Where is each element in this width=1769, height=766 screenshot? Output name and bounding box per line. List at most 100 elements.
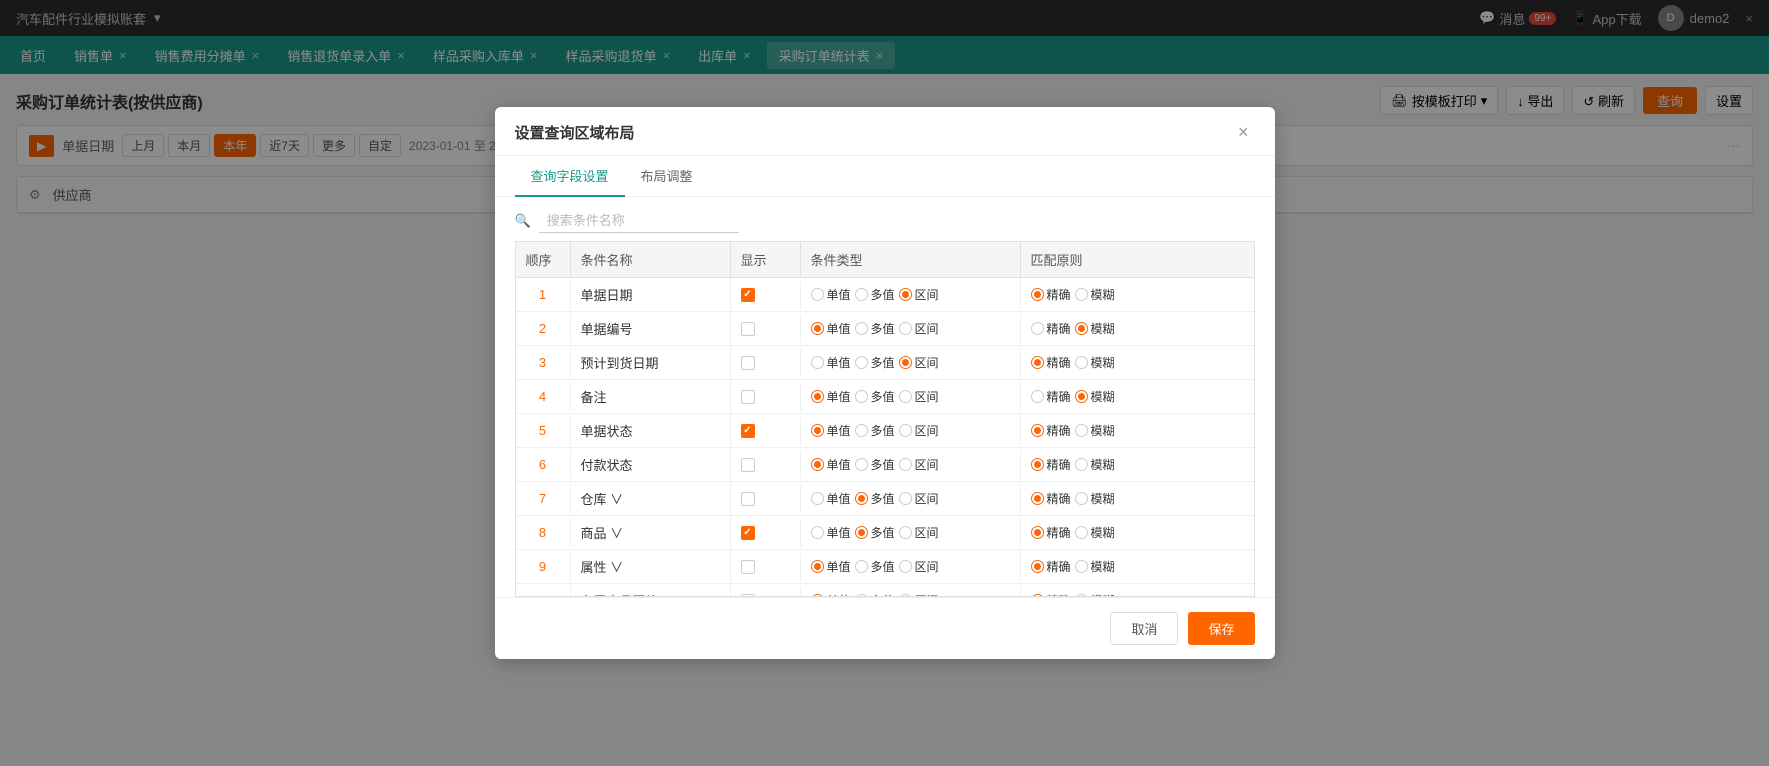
row-5-type-range[interactable]: 区间 (899, 422, 939, 439)
row-5-type-multi[interactable]: 多值 (855, 422, 895, 439)
table-row: 3 预计到货日期 单值 多值 (516, 346, 1254, 380)
dialog-table-body-area: 1 单据日期 单值 多值 (495, 277, 1275, 597)
row-5-display[interactable] (731, 417, 801, 445)
dialog-header: 设置查询区域布局 × (495, 107, 1275, 156)
table-row: 6 付款状态 单值 多值 (516, 448, 1254, 482)
row-8-display-checkbox[interactable] (741, 526, 755, 540)
row-7-display-checkbox[interactable] (741, 492, 755, 506)
row-9-type-multi[interactable]: 多值 (855, 558, 895, 575)
row-7-name: 仓库 ∨ (571, 482, 731, 515)
row-6-type-range[interactable]: 区间 (899, 456, 939, 473)
row-5-match-exact[interactable]: 精确 (1031, 422, 1071, 439)
row-7-type-single[interactable]: 单值 (811, 490, 851, 507)
row-3-display-checkbox[interactable] (741, 356, 755, 370)
table-row: 8 商品 ∨ 单值 多值 (516, 516, 1254, 550)
row-1-match-exact[interactable]: 精确 (1031, 286, 1071, 303)
row-3-type-multi[interactable]: 多值 (855, 354, 895, 371)
row-6-display[interactable] (731, 451, 801, 479)
col-header-match: 匹配原则 (1021, 242, 1221, 277)
row-3-display[interactable] (731, 349, 801, 377)
row-4-type-range[interactable]: 区间 (899, 388, 939, 405)
row-6-match-exact[interactable]: 精确 (1031, 456, 1071, 473)
row-1-display[interactable] (731, 281, 801, 309)
row-7-type: 单值 多值 区间 (801, 483, 1021, 514)
row-5-match-fuzzy[interactable]: 模糊 (1075, 422, 1115, 439)
row-9-display-checkbox[interactable] (741, 560, 755, 574)
row-8-type-multi[interactable]: 多值 (855, 524, 895, 541)
tab-query-fields[interactable]: 查询字段设置 (515, 156, 625, 197)
row-3-match-fuzzy[interactable]: 模糊 (1075, 354, 1115, 371)
row-9-type-range[interactable]: 区间 (899, 558, 939, 575)
row-1-type-group: 单值 多值 区间 (811, 286, 939, 303)
row-7-type-range[interactable]: 区间 (899, 490, 939, 507)
row-7-type-multi[interactable]: 多值 (855, 490, 895, 507)
row-7-display[interactable] (731, 485, 801, 513)
row-4-order: 4 (516, 382, 571, 411)
row-7-match-exact[interactable]: 精确 (1031, 490, 1071, 507)
row-10-display[interactable] (731, 587, 801, 598)
row-6-display-checkbox[interactable] (741, 458, 755, 472)
dialog-table-body: 1 单据日期 单值 多值 (515, 277, 1255, 597)
row-3-type-single[interactable]: 单值 (811, 354, 851, 371)
row-8-type: 单值 多值 区间 (801, 517, 1021, 548)
row-6-type-single[interactable]: 单值 (811, 456, 851, 473)
row-2-type-range[interactable]: 区间 (899, 320, 939, 337)
row-1-type-range[interactable]: 区间 (899, 286, 939, 303)
row-2-match-exact[interactable]: 精确 (1031, 320, 1071, 337)
row-5-order: 5 (516, 416, 571, 445)
row-4-match-exact[interactable]: 精确 (1031, 388, 1071, 405)
row-7-match-fuzzy[interactable]: 模糊 (1075, 490, 1115, 507)
save-button[interactable]: 保存 (1188, 612, 1254, 645)
row-1-display-checkbox[interactable] (741, 288, 755, 302)
row-8-display[interactable] (731, 519, 801, 547)
row-9-display[interactable] (731, 553, 801, 581)
col-header-display: 显示 (731, 242, 801, 277)
row-8-match-exact[interactable]: 精确 (1031, 524, 1071, 541)
row-9-type-single[interactable]: 单值 (811, 558, 851, 575)
row-4-match-fuzzy[interactable]: 模糊 (1075, 388, 1115, 405)
dialog-tabs: 查询字段设置 布局调整 (495, 156, 1275, 197)
search-input[interactable] (539, 209, 739, 233)
row-3-match-exact[interactable]: 精确 (1031, 354, 1071, 371)
row-5-match: 精确 模糊 (1021, 415, 1221, 446)
row-2-match-fuzzy[interactable]: 模糊 (1075, 320, 1115, 337)
row-3-type-range[interactable]: 区间 (899, 354, 939, 371)
table-row: 7 仓库 ∨ 单值 多值 (516, 482, 1254, 516)
row-8-type-range[interactable]: 区间 (899, 524, 939, 541)
row-4-type-multi[interactable]: 多值 (855, 388, 895, 405)
row-4-display-checkbox[interactable] (741, 390, 755, 404)
row-5-display-checkbox[interactable] (741, 424, 755, 438)
row-4-display[interactable] (731, 383, 801, 411)
dialog-search-area: 🔍 (495, 197, 1275, 241)
dialog-footer: 取消 保存 (495, 597, 1275, 659)
table-row: 2 单据编号 单值 多值 (516, 312, 1254, 346)
cancel-button[interactable]: 取消 (1110, 612, 1178, 645)
row-4-type-single[interactable]: 单值 (811, 388, 851, 405)
row-9-match-fuzzy[interactable]: 模糊 (1075, 558, 1115, 575)
dialog-close-button[interactable]: × (1232, 121, 1255, 143)
row-9-type: 单值 多值 区间 (801, 551, 1021, 582)
row-2-type-single[interactable]: 单值 (811, 320, 851, 337)
row-6-match: 精确 模糊 (1021, 449, 1221, 480)
row-2-display[interactable] (731, 315, 801, 343)
row-2-order: 2 (516, 314, 571, 343)
row-6-type-multi[interactable]: 多值 (855, 456, 895, 473)
row-1-name: 单据日期 (571, 278, 731, 311)
col-header-order: 顺序 (516, 242, 571, 277)
row-2-type-multi[interactable]: 多值 (855, 320, 895, 337)
row-8-match-fuzzy[interactable]: 模糊 (1075, 524, 1115, 541)
row-8-order: 8 (516, 518, 571, 547)
tab-layout-adjust[interactable]: 布局调整 (625, 156, 709, 197)
row-1-type-single[interactable]: 单值 (811, 286, 851, 303)
row-2-display-checkbox[interactable] (741, 322, 755, 336)
row-1-match-fuzzy[interactable]: 模糊 (1075, 286, 1115, 303)
row-8-name: 商品 ∨ (571, 516, 731, 549)
row-8-type-single[interactable]: 单值 (811, 524, 851, 541)
col-header-name: 条件名称 (571, 242, 731, 277)
row-5-type-single[interactable]: 单值 (811, 422, 851, 439)
row-1-type-multi[interactable]: 多值 (855, 286, 895, 303)
row-9-match-exact[interactable]: 精确 (1031, 558, 1071, 575)
table-row: 9 属性 ∨ 单值 多值 (516, 550, 1254, 584)
row-6-match-fuzzy[interactable]: 模糊 (1075, 456, 1115, 473)
search-icon: 🔍 (515, 213, 531, 229)
